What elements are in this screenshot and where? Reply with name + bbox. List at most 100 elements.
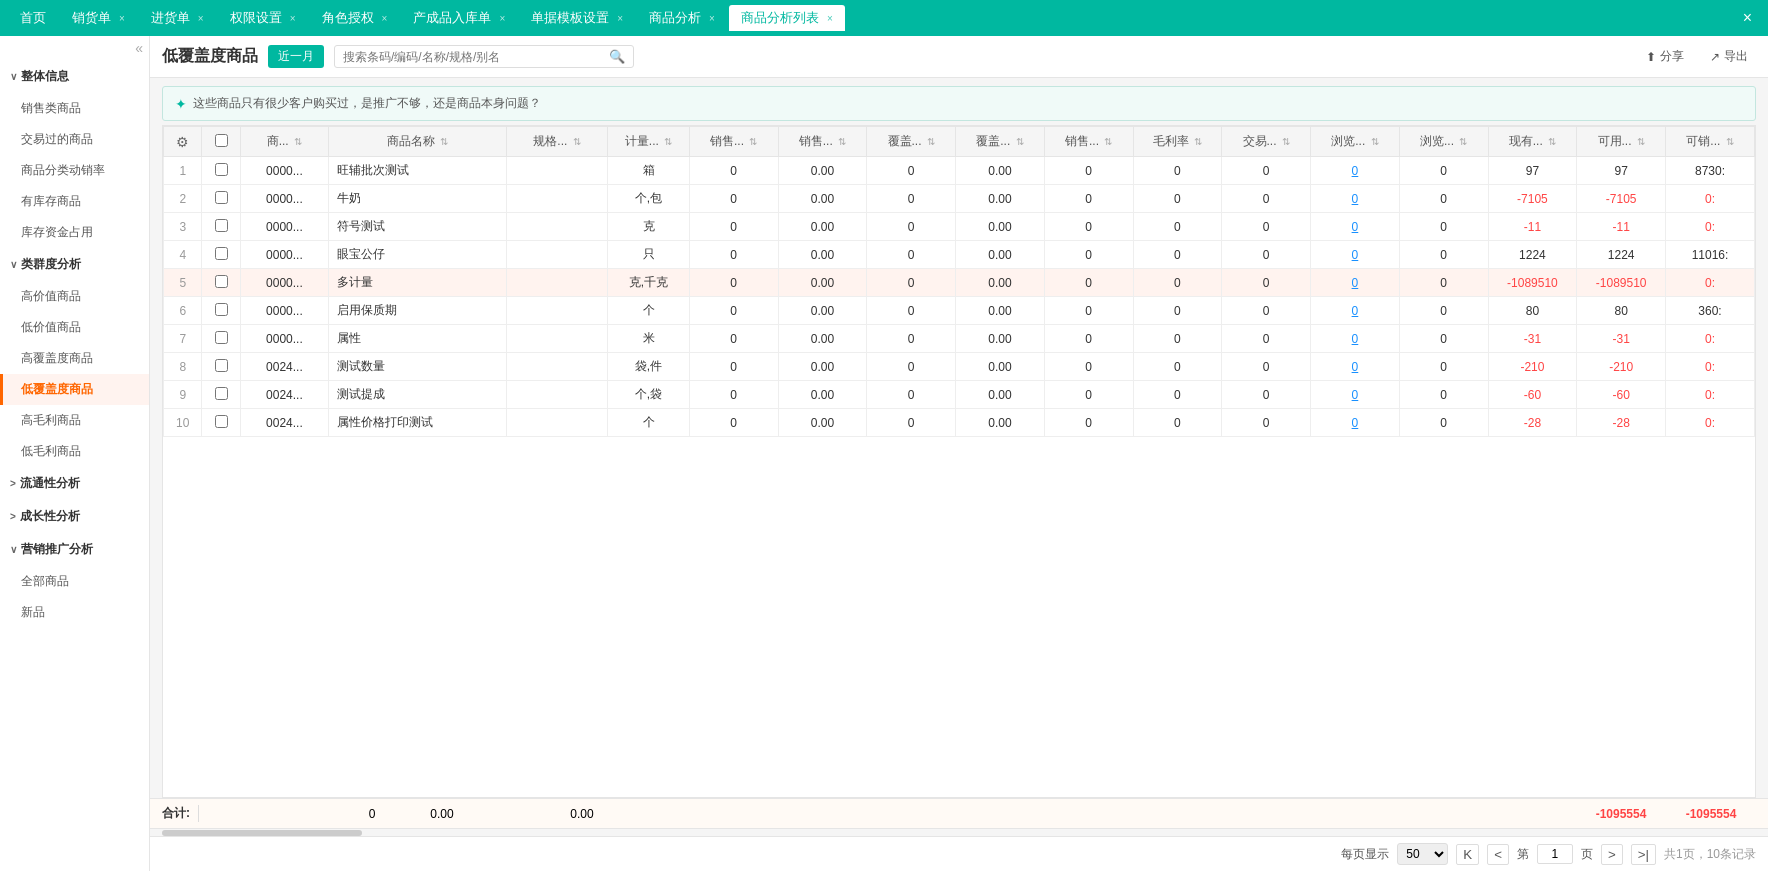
nav-close-icon[interactable]: ×	[290, 13, 296, 24]
sidebar-section-overall[interactable]: ∨ 整体信息	[0, 60, 149, 93]
sidebar-item-new-products[interactable]: 新品	[0, 597, 149, 628]
nav-role-auth[interactable]: 角色授权 ×	[310, 5, 400, 31]
sidebar-item-in-stock[interactable]: 有库存商品	[0, 186, 149, 217]
th-browse2[interactable]: 浏览... ⇅	[1399, 127, 1488, 157]
th-sales-amt[interactable]: 销售... ⇅	[778, 127, 867, 157]
row-browse1[interactable]: 0	[1311, 353, 1400, 381]
sidebar-section-growth[interactable]: > 成长性分析	[0, 500, 149, 533]
row-checkbox[interactable]	[202, 269, 240, 297]
th-name[interactable]: 商品名称 ⇅	[329, 127, 507, 157]
th-browse1[interactable]: 浏览... ⇅	[1311, 127, 1400, 157]
row-browse1[interactable]: 0	[1311, 241, 1400, 269]
date-filter-button[interactable]: 近一月	[268, 45, 324, 68]
row-browse1[interactable]: 0	[1311, 297, 1400, 325]
page-size-select[interactable]: 50 20 100 200	[1397, 843, 1448, 865]
share-button[interactable]: ⬆ 分享	[1638, 44, 1692, 69]
th-trade[interactable]: 交易... ⇅	[1222, 127, 1311, 157]
nav-template-settings[interactable]: 单据模板设置 ×	[519, 5, 635, 31]
row-checkbox[interactable]	[202, 325, 240, 353]
row-spec	[506, 157, 607, 185]
next-page-button[interactable]: >	[1601, 844, 1623, 865]
nav-sales-order[interactable]: 销货单 ×	[60, 5, 137, 31]
row-num: 4	[164, 241, 202, 269]
th-sales-qty[interactable]: 销售... ⇅	[689, 127, 778, 157]
sidebar-section-cluster[interactable]: ∨ 类群度分析	[0, 248, 149, 281]
table-row: 10 0024... 属性价格打印测试 个 0 0.00 0 0.00 0 0 …	[164, 409, 1755, 437]
th-sales3[interactable]: 销售... ⇅	[1044, 127, 1133, 157]
row-checkbox[interactable]	[202, 409, 240, 437]
th-current[interactable]: 现有... ⇅	[1488, 127, 1577, 157]
column-settings-icon[interactable]: ⚙	[176, 134, 189, 150]
sidebar-section-circulation[interactable]: > 流通性分析	[0, 467, 149, 500]
nav-close-icon[interactable]: ×	[198, 13, 204, 24]
row-browse1[interactable]: 0	[1311, 213, 1400, 241]
prev-page-button[interactable]: <	[1487, 844, 1509, 865]
nav-purchase-order[interactable]: 进货单 ×	[139, 5, 216, 31]
th-cover1[interactable]: 覆盖... ⇅	[867, 127, 956, 157]
th-checkbox[interactable]	[202, 127, 240, 157]
data-table-container[interactable]: ⚙ 商... ⇅ 商品名称 ⇅	[162, 125, 1756, 798]
sort-icon: ⇅	[664, 136, 672, 147]
table-row: 6 0000... 启用保质期 个 0 0.00 0 0.00 0 0 0 0 …	[164, 297, 1755, 325]
row-checkbox[interactable]	[202, 241, 240, 269]
nav-close-icon[interactable]: ×	[499, 13, 505, 24]
section-arrow-icon: >	[10, 511, 16, 522]
nav-permission-settings[interactable]: 权限设置 ×	[218, 5, 308, 31]
sidebar-item-high-coverage[interactable]: 高覆盖度商品	[0, 343, 149, 374]
row-browse1[interactable]: 0	[1311, 269, 1400, 297]
nav-close-icon[interactable]: ×	[709, 13, 715, 24]
row-browse1[interactable]: 0	[1311, 157, 1400, 185]
nav-product-analysis-list[interactable]: 商品分析列表 ×	[729, 5, 845, 31]
table-row: 9 0024... 测试提成 个,袋 0 0.00 0 0.00 0 0 0 0…	[164, 381, 1755, 409]
search-input[interactable]	[343, 50, 609, 64]
sidebar-item-all-products[interactable]: 全部商品	[0, 566, 149, 597]
row-trade: 0	[1222, 409, 1311, 437]
nav-close-all-button[interactable]: ×	[1735, 5, 1760, 31]
nav-home[interactable]: 首页	[8, 5, 58, 31]
sidebar-item-low-coverage[interactable]: 低覆盖度商品	[0, 374, 149, 405]
footer-sales-qty: 0	[337, 807, 407, 821]
th-settings[interactable]: ⚙	[164, 127, 202, 157]
page-number-input[interactable]	[1537, 844, 1573, 864]
row-browse1[interactable]: 0	[1311, 185, 1400, 213]
sidebar-item-low-margin[interactable]: 低毛利商品	[0, 436, 149, 467]
sidebar-item-low-value[interactable]: 低价值商品	[0, 312, 149, 343]
th-spec[interactable]: 规格... ⇅	[506, 127, 607, 157]
sidebar-item-high-value[interactable]: 高价值商品	[0, 281, 149, 312]
sidebar-item-stock-capital[interactable]: 库存资金占用	[0, 217, 149, 248]
sidebar-collapse-button[interactable]: «	[0, 36, 149, 60]
row-checkbox[interactable]	[202, 297, 240, 325]
nav-product-warehouse[interactable]: 产成品入库单 ×	[401, 5, 517, 31]
row-browse1[interactable]: 0	[1311, 381, 1400, 409]
last-page-button[interactable]: >|	[1631, 844, 1656, 865]
table-row: 2 0000... 牛奶 个,包 0 0.00 0 0.00 0 0 0 0 0…	[164, 185, 1755, 213]
row-browse1[interactable]: 0	[1311, 409, 1400, 437]
th-gross[interactable]: 毛利率 ⇅	[1133, 127, 1222, 157]
row-checkbox[interactable]	[202, 157, 240, 185]
row-checkbox[interactable]	[202, 381, 240, 409]
sidebar-item-category-rate[interactable]: 商品分类动销率	[0, 155, 149, 186]
row-checkbox[interactable]	[202, 185, 240, 213]
horizontal-scrollbar[interactable]	[150, 828, 1768, 836]
first-page-button[interactable]: K	[1456, 844, 1479, 865]
row-checkbox[interactable]	[202, 213, 240, 241]
select-all-checkbox[interactable]	[215, 134, 228, 147]
export-button[interactable]: ↗ 导出	[1702, 44, 1756, 69]
nav-close-icon[interactable]: ×	[119, 13, 125, 24]
sidebar-item-traded-products[interactable]: 交易过的商品	[0, 124, 149, 155]
th-sellable[interactable]: 可销... ⇅	[1666, 127, 1755, 157]
th-code[interactable]: 商... ⇅	[240, 127, 329, 157]
nav-product-analysis[interactable]: 商品分析 ×	[637, 5, 727, 31]
sidebar-item-sales-products[interactable]: 销售类商品	[0, 93, 149, 124]
th-cover2[interactable]: 覆盖... ⇅	[956, 127, 1045, 157]
nav-close-icon[interactable]: ×	[827, 13, 833, 24]
th-available[interactable]: 可用... ⇅	[1577, 127, 1666, 157]
row-browse1[interactable]: 0	[1311, 325, 1400, 353]
nav-close-icon[interactable]: ×	[617, 13, 623, 24]
sidebar-section-marketing[interactable]: ∨ 营销推广分析	[0, 533, 149, 566]
row-gross: 0	[1133, 325, 1222, 353]
th-unit[interactable]: 计量... ⇅	[608, 127, 690, 157]
row-checkbox[interactable]	[202, 353, 240, 381]
sidebar-item-high-margin[interactable]: 高毛利商品	[0, 405, 149, 436]
nav-close-icon[interactable]: ×	[382, 13, 388, 24]
